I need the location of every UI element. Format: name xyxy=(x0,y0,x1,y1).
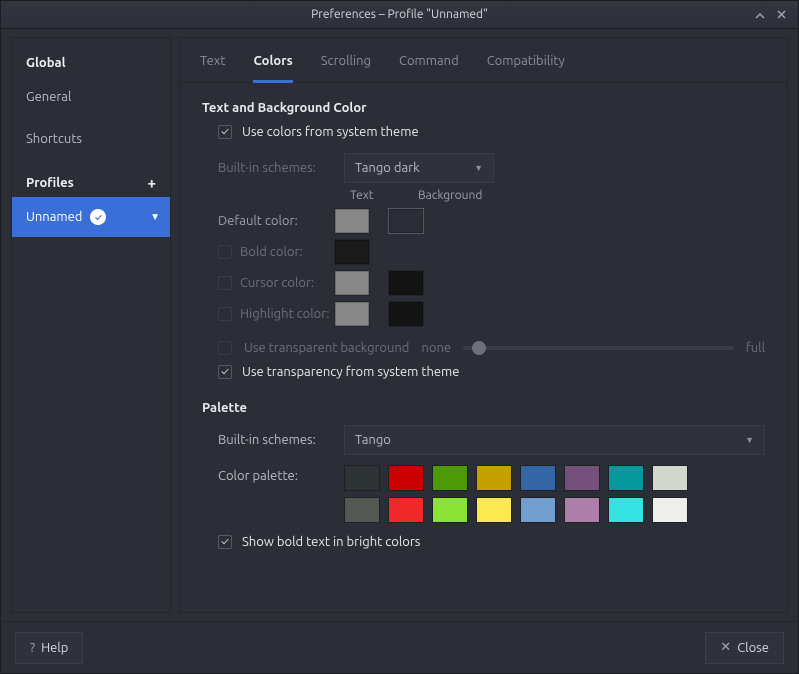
checkbox-show-bold-bright[interactable] xyxy=(218,535,232,549)
color-palette-grid xyxy=(344,465,688,523)
chevron-down-icon: ▼ xyxy=(474,163,483,173)
checkbox-use-system-colors[interactable] xyxy=(218,125,232,139)
label-cursor-color: Cursor color: xyxy=(240,276,314,290)
slider-max-label: full xyxy=(746,341,765,355)
palette-swatch[interactable] xyxy=(520,465,556,491)
section-text-bg-title: Text and Background Color xyxy=(202,101,765,115)
slider-thumb[interactable] xyxy=(472,341,486,355)
select-scheme1-value: Tango dark xyxy=(355,161,420,175)
sidebar: Global General Shortcuts Profiles + Unna… xyxy=(11,37,171,613)
checkbox-use-transparency-system[interactable] xyxy=(218,365,232,379)
help-button[interactable]: ? Help xyxy=(15,632,83,664)
chevron-down-icon: ▼ xyxy=(745,435,754,445)
profile-name-label: Unnamed xyxy=(26,210,82,224)
tab-colors[interactable]: Colors xyxy=(253,54,292,83)
palette-swatch[interactable] xyxy=(432,465,468,491)
slider-min-label: none xyxy=(421,341,451,355)
main-panel: Text Colors Scrolling Command Compatibil… xyxy=(179,37,788,613)
label-transparent-bg: Use transparent background xyxy=(244,341,409,355)
label-show-bold-bright: Show bold text in bright colors xyxy=(242,535,420,549)
tab-command[interactable]: Command xyxy=(399,54,459,82)
sidebar-profiles-label: Profiles xyxy=(26,176,74,190)
col-header-text: Text xyxy=(350,189,386,202)
checkbox-cursor-color[interactable] xyxy=(218,276,232,290)
close-icon: ✕ xyxy=(720,640,731,655)
close-button[interactable]: ✕ Close xyxy=(705,632,784,664)
chevron-down-icon[interactable]: ▼ xyxy=(150,211,160,223)
titlebar: Preferences – Profile "Unnamed" xyxy=(1,1,798,29)
palette-swatch[interactable] xyxy=(388,497,424,523)
checkbox-highlight-color[interactable] xyxy=(218,307,232,321)
sidebar-item-profile-unnamed[interactable]: Unnamed ✓ ▼ xyxy=(12,197,170,237)
footer: ? Help ✕ Close xyxy=(1,621,798,673)
section-palette-title: Palette xyxy=(202,401,765,415)
palette-swatch[interactable] xyxy=(608,497,644,523)
swatch-cursor-text[interactable] xyxy=(334,270,370,296)
label-color-palette: Color palette: xyxy=(218,465,334,483)
sidebar-header-global: Global xyxy=(12,42,170,76)
swatch-cursor-bg[interactable] xyxy=(388,270,424,296)
palette-swatch[interactable] xyxy=(520,497,556,523)
sidebar-global-label: Global xyxy=(26,56,66,70)
close-button-label: Close xyxy=(737,641,769,655)
palette-swatch[interactable] xyxy=(388,465,424,491)
transparency-slider[interactable] xyxy=(463,346,734,350)
palette-swatch[interactable] xyxy=(476,465,512,491)
label-bold-color: Bold color: xyxy=(240,245,303,259)
swatch-highlight-bg[interactable] xyxy=(388,301,424,327)
palette-swatch[interactable] xyxy=(432,497,468,523)
help-icon: ? xyxy=(30,641,35,655)
swatch-default-bg[interactable] xyxy=(388,208,424,234)
select-builtin-scheme-1[interactable]: Tango dark ▼ xyxy=(344,153,494,183)
col-header-background: Background xyxy=(418,189,454,202)
palette-swatch[interactable] xyxy=(564,465,600,491)
palette-swatch[interactable] xyxy=(652,497,688,523)
swatch-default-text[interactable] xyxy=(334,208,370,234)
tab-bar: Text Colors Scrolling Command Compatibil… xyxy=(180,38,787,83)
swatch-highlight-text[interactable] xyxy=(334,301,370,327)
sidebar-item-shortcuts[interactable]: Shortcuts xyxy=(12,118,170,160)
palette-swatch[interactable] xyxy=(652,465,688,491)
select-builtin-scheme-2[interactable]: Tango ▼ xyxy=(344,425,765,455)
palette-swatch[interactable] xyxy=(476,497,512,523)
help-button-label: Help xyxy=(41,641,68,655)
label-use-system-colors: Use colors from system theme xyxy=(242,125,419,139)
tab-compatibility[interactable]: Compatibility xyxy=(487,54,565,82)
palette-swatch[interactable] xyxy=(608,465,644,491)
tab-text[interactable]: Text xyxy=(200,54,225,82)
label-builtin-schemes-1: Built-in schemes: xyxy=(218,161,334,175)
sidebar-item-general[interactable]: General xyxy=(12,76,170,118)
label-builtin-schemes-2: Built-in schemes: xyxy=(218,433,334,447)
label-highlight-color: Highlight color: xyxy=(240,307,329,321)
checkbox-bold-color[interactable] xyxy=(218,245,232,259)
palette-swatch[interactable] xyxy=(344,497,380,523)
checkbox-transparent-bg[interactable] xyxy=(218,341,232,355)
sidebar-header-profiles: Profiles + xyxy=(12,160,170,197)
window-title: Preferences – Profile "Unnamed" xyxy=(1,8,798,21)
profile-default-icon: ✓ xyxy=(90,209,106,225)
swatch-bold-text[interactable] xyxy=(334,239,370,265)
label-use-transparency-system: Use transparency from system theme xyxy=(242,365,459,379)
label-default-color: Default color: xyxy=(218,214,298,228)
palette-swatch[interactable] xyxy=(564,497,600,523)
tab-scrolling[interactable]: Scrolling xyxy=(321,54,371,82)
palette-swatch[interactable] xyxy=(344,465,380,491)
select-scheme2-value: Tango xyxy=(355,433,391,447)
add-profile-icon[interactable]: + xyxy=(148,174,156,191)
